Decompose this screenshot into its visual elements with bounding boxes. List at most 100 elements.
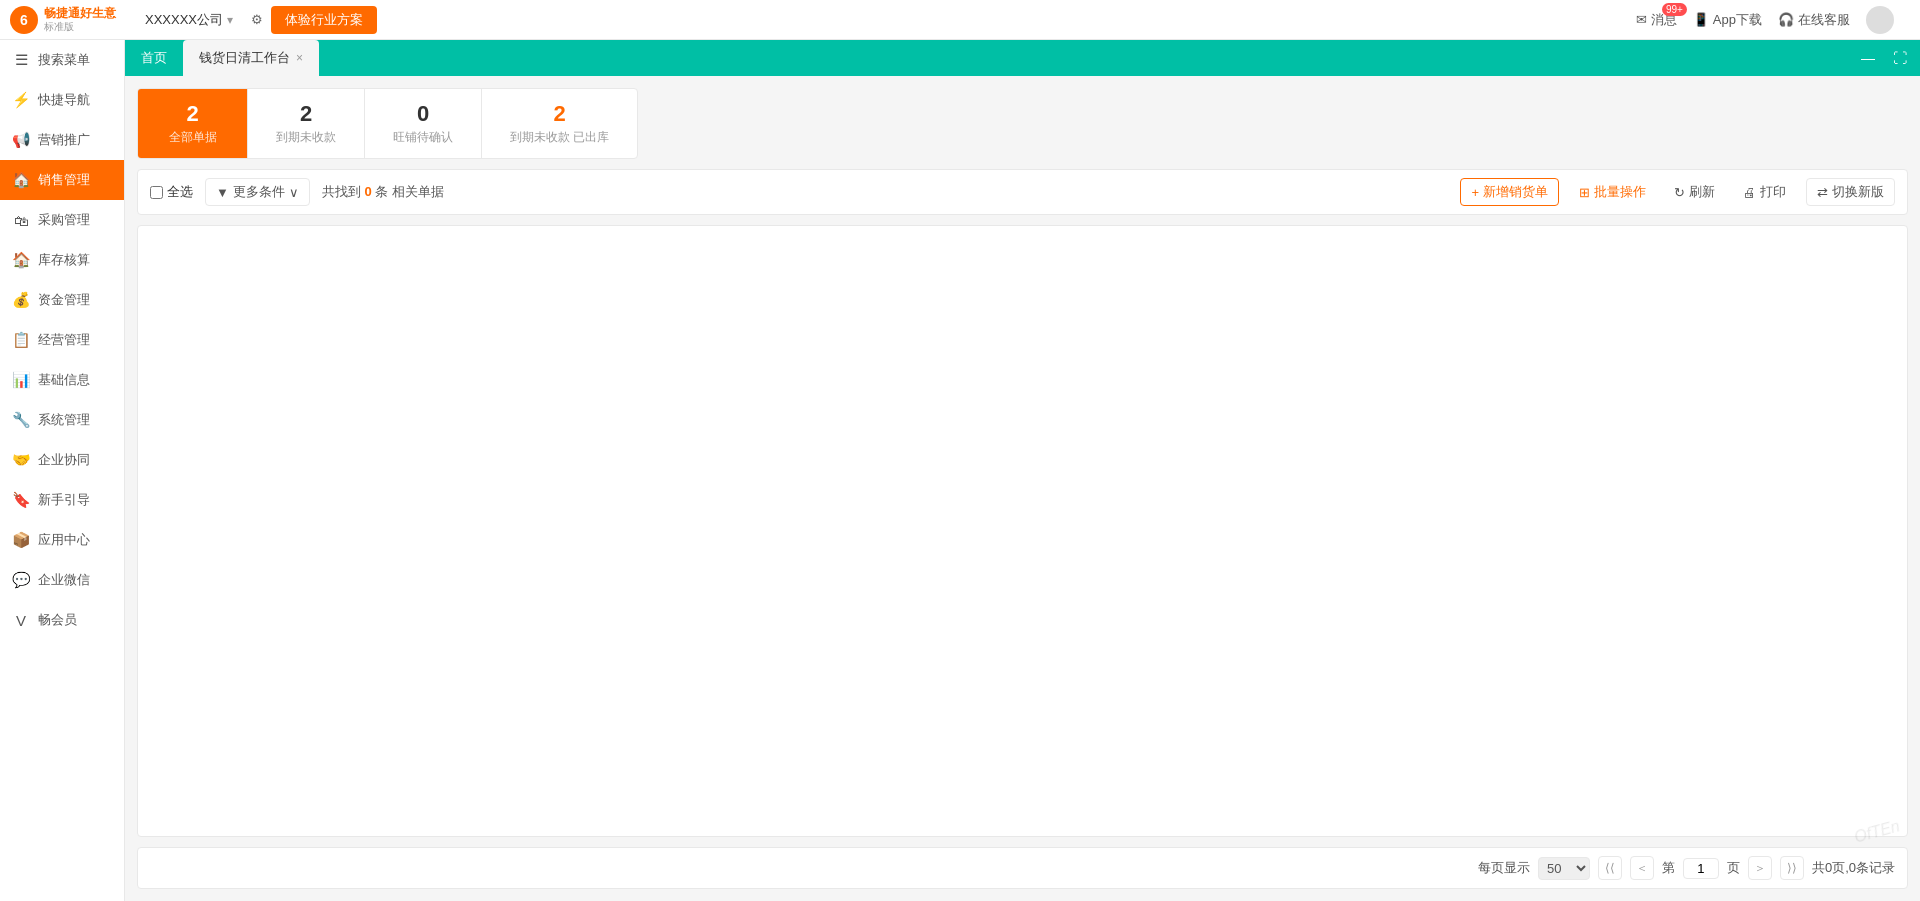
sidebar-icon-sales-mgmt: 🏠 bbox=[12, 171, 30, 189]
logo-text: 畅捷通好生意 标准版 bbox=[44, 6, 116, 32]
sidebar-label-sys-mgmt: 系统管理 bbox=[38, 411, 90, 429]
pagination: 每页显示 50 20 100 ⟨⟨ ＜ 第 页 ＞ ⟩⟩ 共0页,0条记录 bbox=[137, 847, 1908, 889]
sidebar-icon-basic-info: 📊 bbox=[12, 371, 30, 389]
sidebar-item-capital-mgmt[interactable]: 💰 资金管理 bbox=[0, 280, 124, 320]
result-text: 共找到 0 条 相关单据 bbox=[322, 183, 444, 201]
sidebar-item-newbie-guide[interactable]: 🔖 新手引导 bbox=[0, 480, 124, 520]
batch-ops-button[interactable]: ⊞ 批量操作 bbox=[1571, 179, 1654, 205]
sidebar-item-purchase-mgmt[interactable]: 🛍 采购管理 bbox=[0, 200, 124, 240]
app-download-button[interactable]: 📱 App下载 bbox=[1693, 11, 1762, 29]
stat-number-all: 2 bbox=[166, 101, 219, 127]
main-content: 首页 钱货日清工作台 × — ⛶ 2 全部单据 2 到期未收款 0 旺铺待确认 bbox=[125, 40, 1920, 901]
refresh-icon: ↻ bbox=[1674, 185, 1685, 200]
sidebar-item-marketing[interactable]: 📢 营销推广 bbox=[0, 120, 124, 160]
sidebar-icon-corp-collab: 🤝 bbox=[12, 451, 30, 469]
page-size-label: 每页显示 bbox=[1478, 859, 1530, 877]
result-suffix: 条 相关单据 bbox=[375, 184, 444, 199]
message-icon: ✉ bbox=[1636, 12, 1647, 27]
sidebar-icon-member: V bbox=[12, 612, 30, 629]
sidebar-item-quick-nav[interactable]: ⚡ 快捷导航 bbox=[0, 80, 124, 120]
page-label-after: 页 bbox=[1727, 859, 1740, 877]
print-icon: 🖨 bbox=[1743, 185, 1756, 200]
stat-card-overdue-shipped[interactable]: 2 到期未收款 已出库 bbox=[482, 89, 637, 158]
switch-label: 切换新版 bbox=[1832, 183, 1884, 201]
sidebar-label-member: 畅会员 bbox=[38, 611, 77, 629]
sidebar-item-sales-mgmt[interactable]: 🏠 销售管理 bbox=[0, 160, 124, 200]
print-button[interactable]: 🖨 打印 bbox=[1735, 179, 1794, 205]
new-sales-order-button[interactable]: + 新增销货单 bbox=[1460, 178, 1559, 206]
sidebar-label-ops-mgmt: 经营管理 bbox=[38, 331, 90, 349]
sidebar-item-search-menu[interactable]: ☰ 搜索菜单 bbox=[0, 40, 124, 80]
tab-close-button[interactable]: × bbox=[296, 51, 303, 65]
select-all-checkbox[interactable]: 全选 bbox=[150, 183, 193, 201]
refresh-button[interactable]: ↻ 刷新 bbox=[1666, 179, 1723, 205]
batch-label: 批量操作 bbox=[1594, 183, 1646, 201]
gear-icon: ⚙ bbox=[251, 12, 263, 27]
stat-label-all: 全部单据 bbox=[166, 129, 219, 146]
filter-icon: ▼ bbox=[216, 185, 229, 200]
top-header: 6 畅捷通好生意 标准版 XXXXXX公司 ▾ ⚙ 体验行业方案 ✉ 消息 99… bbox=[0, 0, 1920, 40]
more-filters-button[interactable]: ▼ 更多条件 ∨ bbox=[205, 178, 310, 206]
trial-button[interactable]: 体验行业方案 bbox=[271, 6, 377, 34]
sidebar-item-corp-wechat[interactable]: 💬 企业微信 bbox=[0, 560, 124, 600]
message-button[interactable]: ✉ 消息 99+ bbox=[1636, 11, 1677, 29]
sidebar-icon-newbie-guide: 🔖 bbox=[12, 491, 30, 509]
message-badge: 99+ bbox=[1662, 3, 1687, 16]
sidebar-label-newbie-guide: 新手引导 bbox=[38, 491, 90, 509]
select-all-input[interactable] bbox=[150, 186, 163, 199]
online-service-button[interactable]: 🎧 在线客服 bbox=[1778, 11, 1850, 29]
stat-card-wangpu[interactable]: 0 旺铺待确认 bbox=[365, 89, 482, 158]
stat-label-wangpu: 旺铺待确认 bbox=[393, 129, 453, 146]
sidebar-label-inventory: 库存核算 bbox=[38, 251, 90, 269]
sidebar-item-corp-collab[interactable]: 🤝 企业协同 bbox=[0, 440, 124, 480]
tab-controls: — ⛶ bbox=[1856, 46, 1920, 70]
sidebar-item-inventory[interactable]: 🏠 库存核算 bbox=[0, 240, 124, 280]
switch-version-button[interactable]: ⇄ 切换新版 bbox=[1806, 178, 1895, 206]
stat-card-all[interactable]: 2 全部单据 bbox=[138, 89, 248, 158]
page-size-select[interactable]: 50 20 100 bbox=[1538, 857, 1590, 880]
app-download-icon: 📱 bbox=[1693, 12, 1709, 27]
tab-maximize-button[interactable]: ⛶ bbox=[1888, 46, 1912, 70]
settings-button[interactable]: ⚙ bbox=[243, 6, 271, 34]
company-selector[interactable]: XXXXXX公司 ▾ bbox=[135, 11, 243, 29]
sidebar-item-ops-mgmt[interactable]: 📋 经营管理 bbox=[0, 320, 124, 360]
page-next-button[interactable]: ＞ bbox=[1748, 856, 1772, 880]
sidebar-item-basic-info[interactable]: 📊 基础信息 bbox=[0, 360, 124, 400]
tab-minimize-button[interactable]: — bbox=[1856, 46, 1880, 70]
online-service-icon: 🎧 bbox=[1778, 12, 1794, 27]
page-number-input[interactable] bbox=[1683, 858, 1719, 879]
sidebar-item-member[interactable]: V 畅会员 bbox=[0, 600, 124, 640]
table-empty-state bbox=[138, 226, 1907, 836]
stat-label-overdue-shipped: 到期未收款 已出库 bbox=[510, 129, 609, 146]
logo-icon: 6 bbox=[10, 6, 38, 34]
sidebar-icon-corp-wechat: 💬 bbox=[12, 571, 30, 589]
avatar[interactable] bbox=[1866, 6, 1894, 34]
sidebar-item-sys-mgmt[interactable]: 🔧 系统管理 bbox=[0, 400, 124, 440]
sidebar-label-purchase-mgmt: 采购管理 bbox=[38, 211, 90, 229]
stat-card-overdue[interactable]: 2 到期未收款 bbox=[248, 89, 365, 158]
logo-title: 畅捷通好生意 bbox=[44, 6, 116, 20]
more-filters-label: 更多条件 bbox=[233, 183, 285, 201]
company-dropdown-icon: ▾ bbox=[227, 13, 233, 27]
page-first-button[interactable]: ⟨⟨ bbox=[1598, 856, 1622, 880]
sidebar-item-app-center[interactable]: 📦 应用中心 bbox=[0, 520, 124, 560]
stats-cards: 2 全部单据 2 到期未收款 0 旺铺待确认 2 到期未收款 已出库 bbox=[137, 88, 638, 159]
filter-dropdown-icon: ∨ bbox=[289, 185, 299, 200]
sidebar: ☰ 搜索菜单 ⚡ 快捷导航 📢 营销推广 🏠 销售管理 🛍 采购管理 🏠 库存核… bbox=[0, 40, 125, 901]
sidebar-icon-search-menu: ☰ bbox=[12, 51, 30, 69]
page-prev-button[interactable]: ＜ bbox=[1630, 856, 1654, 880]
logo-area: 6 畅捷通好生意 标准版 bbox=[10, 6, 135, 34]
sidebar-label-sales-mgmt: 销售管理 bbox=[38, 171, 90, 189]
online-service-label: 在线客服 bbox=[1798, 11, 1850, 29]
tab-home[interactable]: 首页 bbox=[125, 40, 183, 76]
stat-number-overdue: 2 bbox=[276, 101, 336, 127]
sidebar-icon-marketing: 📢 bbox=[12, 131, 30, 149]
select-all-label: 全选 bbox=[167, 183, 193, 201]
stat-label-overdue: 到期未收款 bbox=[276, 129, 336, 146]
page-last-button[interactable]: ⟩⟩ bbox=[1780, 856, 1804, 880]
tab-workbench[interactable]: 钱货日清工作台 × bbox=[183, 40, 319, 76]
sidebar-label-capital-mgmt: 资金管理 bbox=[38, 291, 90, 309]
stat-number-overdue-shipped: 2 bbox=[510, 101, 609, 127]
header-right: ✉ 消息 99+ 📱 App下载 🎧 在线客服 bbox=[1636, 6, 1910, 34]
toolbar-right: + 新增销货单 ⊞ 批量操作 ↻ 刷新 🖨 打印 bbox=[1460, 178, 1895, 206]
